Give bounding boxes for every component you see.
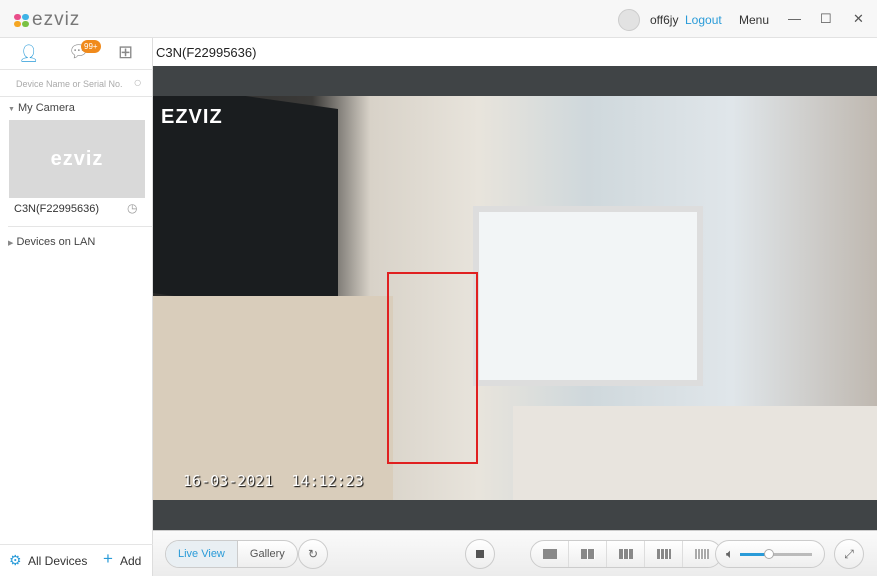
live-view-tab[interactable]: Live View — [166, 541, 238, 567]
layout-4-icon[interactable] — [569, 541, 607, 567]
layout-1-icon[interactable] — [531, 541, 569, 567]
motion-detection-box — [387, 272, 478, 464]
speaker-icon[interactable]: 🔈︎ — [726, 546, 734, 562]
view-mode-toggle: Live View Gallery — [165, 540, 298, 568]
video-watermark: EZVIZ — [161, 106, 223, 128]
control-bar: Live View Gallery ↻ 🔈︎ ⤢ — [153, 530, 877, 576]
video-timestamp: 16-03-2021 14:12:23 — [183, 472, 364, 490]
camera-thumbnail[interactable]: ezviz — [9, 120, 145, 198]
sidebar — [0, 38, 153, 576]
sidebar-tabs: 👤︎ 💬︎ 99+ ⊞ — [0, 38, 153, 70]
close-icon[interactable]: ✕ — [853, 11, 864, 27]
playback-clock-icon[interactable]: ◷ — [127, 201, 137, 215]
layout-selector — [530, 540, 722, 568]
fullscreen-icon[interactable]: ⤢ — [834, 539, 864, 569]
page-title: C3N(F22995636) — [156, 45, 257, 60]
add-device-button[interactable]: Add — [120, 554, 141, 568]
live-video-feed[interactable]: EZVIZ 16-03-2021 14:12:23 — [153, 96, 877, 500]
layout-9-icon[interactable] — [607, 541, 645, 567]
camera-name[interactable]: C3N(F22995636) — [14, 203, 99, 215]
tab-grid-icon[interactable]: ⊞ — [118, 42, 133, 63]
logout-link[interactable]: Logout — [685, 13, 722, 27]
my-camera-group[interactable]: ▼ My Camera — [8, 102, 75, 114]
settings-gear-icon[interactable]: ⚙ — [9, 552, 22, 569]
ezviz-logo: ezviz — [14, 9, 80, 31]
stop-icon[interactable] — [465, 539, 495, 569]
menu-button[interactable]: Menu — [739, 13, 769, 27]
add-plus-icon[interactable]: + — [103, 549, 113, 569]
message-badge: 99+ — [81, 40, 101, 53]
username: off6jy — [650, 13, 679, 27]
device-search-input[interactable]: Device Name or Serial No. ○ — [8, 74, 144, 94]
refresh-icon[interactable]: ↻ — [298, 539, 328, 569]
sidebar-footer: ⚙ All Devices + Add — [0, 544, 153, 576]
tab-devices-user-icon[interactable]: 👤︎ — [18, 44, 40, 64]
volume-slider[interactable] — [739, 548, 812, 559]
all-devices-button[interactable]: All Devices — [28, 554, 87, 568]
gallery-tab[interactable]: Gallery — [238, 541, 297, 567]
devices-on-lan-group[interactable]: ▶ Devices on LAN — [8, 236, 95, 248]
maximize-icon[interactable]: ☐ — [820, 11, 832, 27]
minimize-icon[interactable]: — — [788, 11, 801, 26]
search-icon[interactable]: ○ — [134, 74, 142, 90]
volume-control: 🔈︎ — [715, 540, 825, 568]
layout-16-icon[interactable] — [645, 541, 683, 567]
avatar[interactable] — [618, 9, 640, 31]
